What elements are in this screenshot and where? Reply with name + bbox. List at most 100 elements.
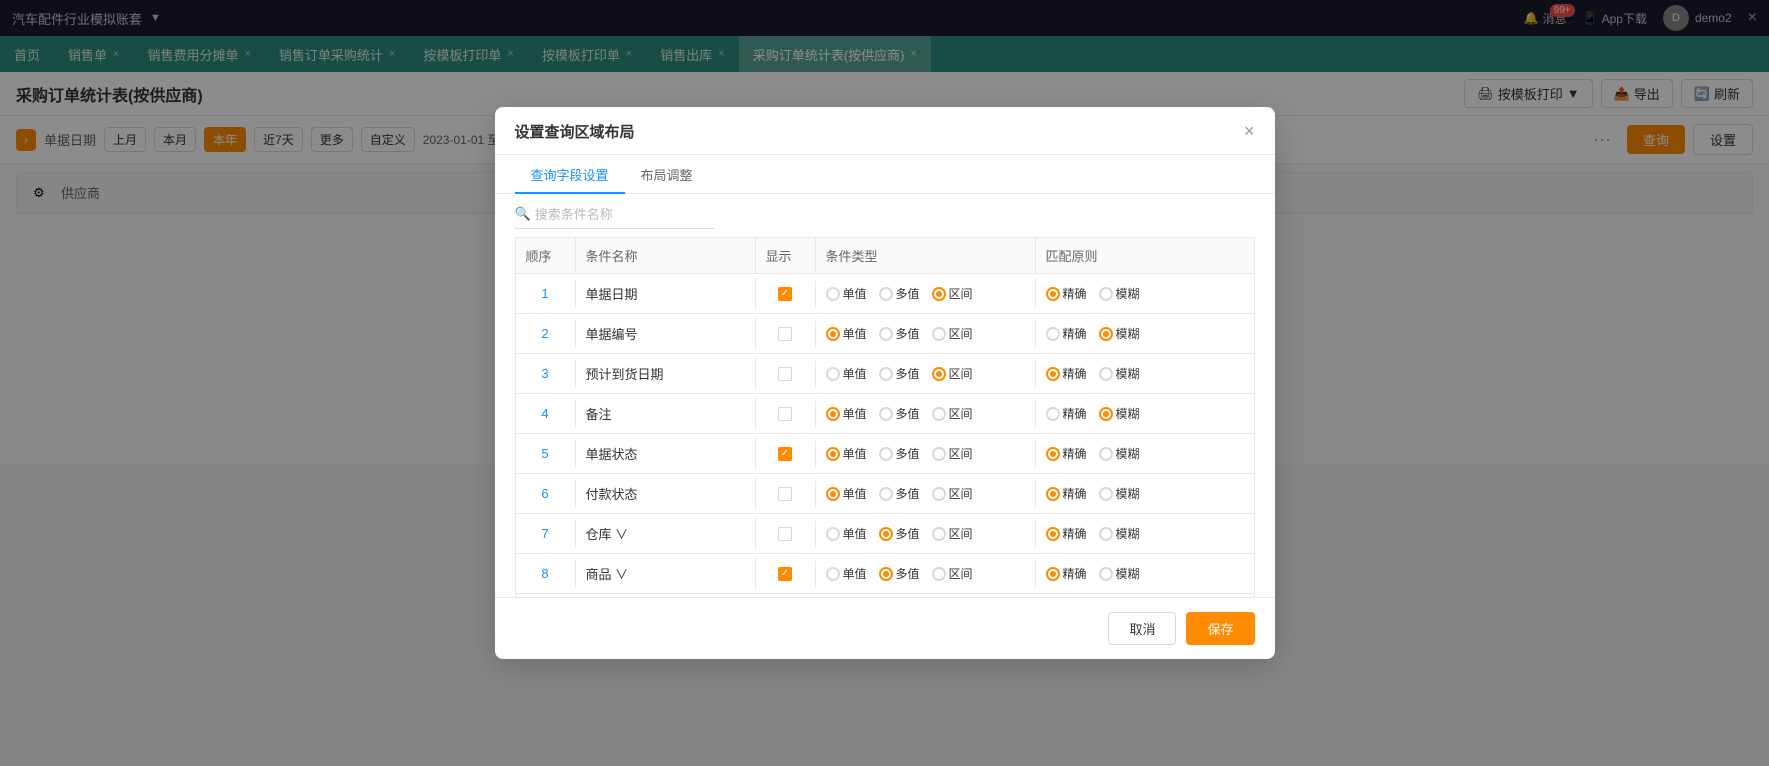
type-single[interactable]: 单值 [826,565,867,582]
type-range-radio[interactable] [932,487,946,501]
type-multi[interactable]: 多值 [879,405,920,422]
match-exact[interactable]: 精确 [1046,565,1087,582]
match-exact-radio[interactable] [1046,407,1060,421]
match-fuzzy-radio[interactable] [1099,567,1113,581]
match-exact[interactable]: 精确 [1046,405,1087,422]
match-exact[interactable]: 精确 [1046,365,1087,382]
type-single-radio[interactable] [826,287,840,301]
type-multi[interactable]: 多值 [879,325,920,342]
row-show[interactable] [756,561,816,587]
type-multi-radio[interactable] [879,527,893,541]
save-btn[interactable]: 保存 [1186,612,1254,645]
match-exact[interactable]: 精确 [1046,285,1087,302]
type-range[interactable]: 区间 [932,525,973,542]
type-single[interactable]: 单值 [826,285,867,302]
match-fuzzy-radio[interactable] [1099,327,1113,341]
type-multi[interactable]: 多值 [879,485,920,502]
cancel-btn[interactable]: 取消 [1108,612,1176,645]
match-fuzzy[interactable]: 模糊 [1099,485,1140,502]
row-show[interactable] [756,441,816,467]
type-single[interactable]: 单值 [826,445,867,462]
row-show[interactable] [756,321,816,347]
row-show-checkbox[interactable] [778,527,792,541]
type-range[interactable]: 区间 [932,285,973,302]
type-multi[interactable]: 多值 [879,285,920,302]
match-exact-radio[interactable] [1046,527,1060,541]
match-exact[interactable]: 精确 [1046,525,1087,542]
match-fuzzy-radio[interactable] [1099,447,1113,461]
match-fuzzy[interactable]: 模糊 [1099,565,1140,582]
match-fuzzy[interactable]: 模糊 [1099,325,1140,342]
type-range[interactable]: 区间 [932,405,973,422]
type-single-radio[interactable] [826,327,840,341]
type-multi[interactable]: 多值 [879,365,920,382]
type-single[interactable]: 单值 [826,485,867,502]
match-exact-radio[interactable] [1046,487,1060,501]
row-show[interactable] [756,521,816,547]
type-range-radio[interactable] [932,567,946,581]
dialog-tab-query-fields[interactable]: 查询字段设置 [515,155,625,194]
row-show-checkbox[interactable] [778,567,792,581]
match-exact[interactable]: 精确 [1046,325,1087,342]
type-single-radio[interactable] [826,567,840,581]
match-exact-radio[interactable] [1046,367,1060,381]
type-single-radio[interactable] [826,407,840,421]
dialog-tab-layout[interactable]: 布局调整 [625,155,709,194]
match-fuzzy-radio[interactable] [1099,527,1113,541]
match-fuzzy[interactable]: 模糊 [1099,405,1140,422]
type-range-radio[interactable] [932,287,946,301]
row-show-checkbox[interactable] [778,407,792,421]
type-range[interactable]: 区间 [932,445,973,462]
type-range[interactable]: 区间 [932,325,973,342]
type-range-radio[interactable] [932,447,946,461]
type-range-radio[interactable] [932,367,946,381]
type-single[interactable]: 单值 [826,325,867,342]
type-multi[interactable]: 多值 [879,445,920,462]
match-fuzzy-radio[interactable] [1099,407,1113,421]
row-show-checkbox[interactable] [778,487,792,501]
match-fuzzy-radio[interactable] [1099,487,1113,501]
match-fuzzy[interactable]: 模糊 [1099,525,1140,542]
type-multi[interactable]: 多值 [879,565,920,582]
type-single-radio[interactable] [826,487,840,501]
type-range[interactable]: 区间 [932,565,973,582]
type-multi[interactable]: 多值 [879,525,920,542]
dialog-close-btn[interactable]: × [1244,121,1255,142]
match-exact[interactable]: 精确 [1046,445,1087,462]
type-single[interactable]: 单值 [826,525,867,542]
type-range[interactable]: 区间 [932,485,973,502]
type-single[interactable]: 单值 [826,365,867,382]
row-show[interactable] [756,401,816,427]
row-show-checkbox[interactable] [778,327,792,341]
row-show-checkbox[interactable] [778,287,792,301]
row-show[interactable] [756,281,816,307]
match-exact-radio[interactable] [1046,287,1060,301]
search-input[interactable] [535,207,695,222]
type-single-radio[interactable] [826,447,840,461]
type-multi-radio[interactable] [879,367,893,381]
type-multi-radio[interactable] [879,567,893,581]
type-single-radio[interactable] [826,367,840,381]
match-exact-radio[interactable] [1046,447,1060,461]
row-show-checkbox[interactable] [778,447,792,461]
type-multi-radio[interactable] [879,327,893,341]
match-fuzzy[interactable]: 模糊 [1099,365,1140,382]
row-show-checkbox[interactable] [778,367,792,381]
type-range-radio[interactable] [932,527,946,541]
type-range[interactable]: 区间 [932,365,973,382]
match-exact-radio[interactable] [1046,327,1060,341]
type-multi-radio[interactable] [879,407,893,421]
type-multi-radio[interactable] [879,287,893,301]
match-fuzzy-radio[interactable] [1099,287,1113,301]
match-fuzzy[interactable]: 模糊 [1099,445,1140,462]
type-multi-radio[interactable] [879,447,893,461]
row-show[interactable] [756,481,816,507]
match-exact-radio[interactable] [1046,567,1060,581]
match-exact[interactable]: 精确 [1046,485,1087,502]
match-fuzzy[interactable]: 模糊 [1099,285,1140,302]
type-single[interactable]: 单值 [826,405,867,422]
type-single-radio[interactable] [826,527,840,541]
row-show[interactable] [756,361,816,387]
match-fuzzy-radio[interactable] [1099,367,1113,381]
type-range-radio[interactable] [932,327,946,341]
